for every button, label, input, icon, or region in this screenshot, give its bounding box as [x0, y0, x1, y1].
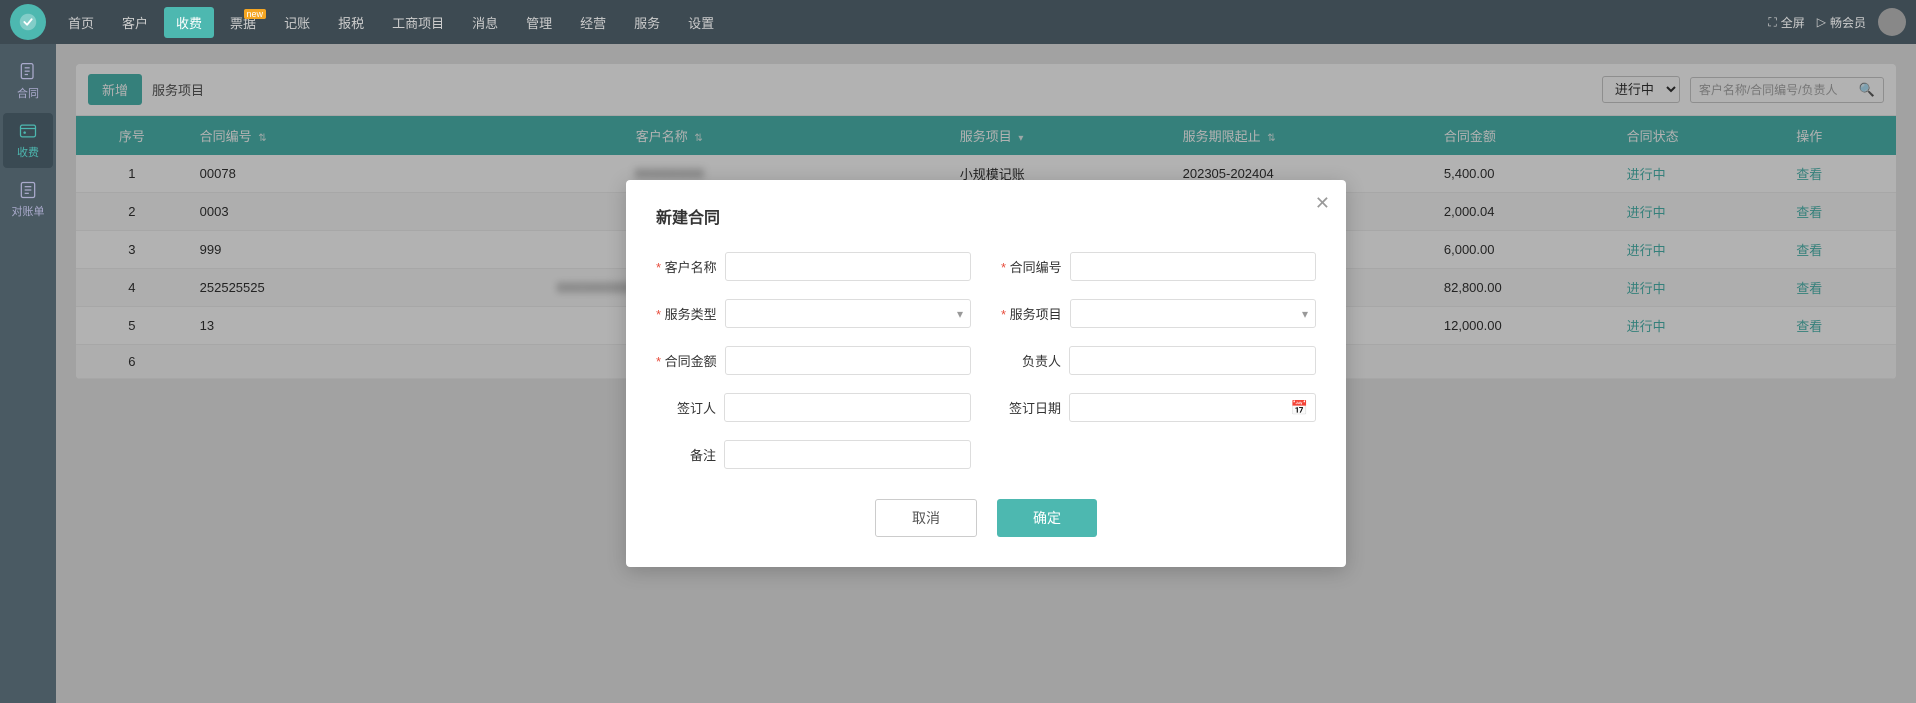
member-button[interactable]: ▷ 畅会员	[1817, 14, 1866, 31]
form-row-5: 备注	[656, 440, 1316, 469]
responsible-input[interactable]	[1069, 346, 1316, 375]
play-icon: ▷	[1817, 15, 1826, 29]
signer-label: 签订人	[656, 398, 716, 417]
contract-no-label: 合同编号	[1001, 257, 1062, 276]
contract-icon	[18, 62, 38, 82]
remark-label: 备注	[656, 445, 716, 464]
fullscreen-button[interactable]: ⛶ 全屏	[1768, 14, 1804, 31]
nav-item-bizproject[interactable]: 工商项目	[380, 7, 456, 38]
main-content: 新增 服务项目 进行中 已完成 已终止 🔍 序号 合同编号	[56, 44, 1916, 703]
service-item-label: 服务项目	[1001, 304, 1062, 323]
modal-close-button[interactable]: ✕	[1315, 194, 1330, 212]
form-group-contract-no: 合同编号	[1001, 252, 1316, 281]
service-item-select-wrap	[1070, 299, 1316, 328]
nav-item-home[interactable]: 首页	[56, 7, 106, 38]
sidebar-label-reconcile: 对账单	[12, 203, 45, 219]
cancel-button[interactable]: 取消	[875, 499, 977, 537]
nav-item-tax[interactable]: 报税	[326, 7, 376, 38]
new-contract-modal: 新建合同 ✕ 客户名称 合同编号 服务类型	[626, 180, 1346, 567]
top-navigation: 首页 客户 收费 票据 new 记账 报税 工商项目 消息 管理 经营 服务 设…	[0, 0, 1916, 44]
modal-title: 新建合同	[656, 204, 1316, 228]
nav-item-business[interactable]: 经营	[568, 7, 618, 38]
customer-name-label: 客户名称	[656, 257, 717, 276]
form-group-service-type: 服务类型	[656, 299, 971, 328]
form-group-remark: 备注	[656, 440, 971, 469]
sign-date-wrap: 2023-06-06 📅	[1069, 393, 1316, 422]
service-type-select-wrap	[725, 299, 971, 328]
form-group-service-item: 服务项目	[1001, 299, 1316, 328]
service-type-label: 服务类型	[656, 304, 717, 323]
nav-item-fee[interactable]: 收费	[164, 7, 214, 38]
sidebar-item-contract[interactable]: 合同	[3, 54, 53, 109]
nav-item-admin[interactable]: 管理	[514, 7, 564, 38]
form-row-4: 签订人 签订日期 2023-06-06 📅	[656, 393, 1316, 422]
nav-menu: 首页 客户 收费 票据 new 记账 报税 工商项目 消息 管理 经营 服务 设…	[56, 7, 1768, 38]
sidebar-item-reconcile[interactable]: 对账单	[3, 172, 53, 227]
sign-date-input[interactable]: 2023-06-06	[1069, 393, 1316, 422]
calendar-icon[interactable]: 📅	[1291, 399, 1308, 416]
customer-name-input[interactable]	[725, 252, 971, 281]
responsible-label: 负责人	[1001, 351, 1061, 370]
modal-footer: 取消 确定	[656, 499, 1316, 537]
sign-date-label: 签订日期	[1001, 398, 1061, 417]
nav-item-message[interactable]: 消息	[460, 7, 510, 38]
form-row-1: 客户名称 合同编号	[656, 252, 1316, 281]
amount-input[interactable]: 0.00	[725, 346, 971, 375]
form-group-customer-name: 客户名称	[656, 252, 971, 281]
service-item-select[interactable]	[1070, 299, 1316, 328]
amount-label: 合同金额	[656, 351, 717, 370]
sidebar: 合同 收费 对账单	[0, 44, 56, 703]
remark-input[interactable]	[724, 440, 971, 469]
fullscreen-icon: ⛶	[1768, 15, 1776, 30]
form-row-3: 合同金额 0.00 负责人	[656, 346, 1316, 375]
contract-no-input[interactable]	[1070, 252, 1316, 281]
form-row-2: 服务类型 服务项目	[656, 299, 1316, 328]
signer-input[interactable]	[724, 393, 971, 422]
form-group-signer: 签订人	[656, 393, 971, 422]
nav-right-area: ⛶ 全屏 ▷ 畅会员	[1768, 8, 1906, 36]
nav-item-invoice[interactable]: 票据 new	[218, 7, 268, 38]
sidebar-item-fee[interactable]: 收费	[3, 113, 53, 168]
modal-overlay: 新建合同 ✕ 客户名称 合同编号 服务类型	[56, 44, 1916, 703]
form-group-sign-date: 签订日期 2023-06-06 📅	[1001, 393, 1316, 422]
new-badge: new	[244, 9, 267, 19]
confirm-button[interactable]: 确定	[997, 499, 1097, 537]
sidebar-label-fee: 收费	[17, 144, 39, 160]
app-logo[interactable]	[10, 4, 46, 40]
fee-icon	[18, 121, 38, 141]
form-group-amount: 合同金额 0.00	[656, 346, 971, 375]
nav-item-bookkeeping[interactable]: 记账	[272, 7, 322, 38]
avatar[interactable]	[1878, 8, 1906, 36]
nav-item-service[interactable]: 服务	[622, 7, 672, 38]
reconcile-icon	[18, 180, 38, 200]
nav-item-settings[interactable]: 设置	[676, 7, 726, 38]
nav-item-customer[interactable]: 客户	[110, 7, 160, 38]
main-layout: 合同 收费 对账单 新增 服务项目	[0, 44, 1916, 703]
service-type-select[interactable]	[725, 299, 971, 328]
form-group-responsible: 负责人	[1001, 346, 1316, 375]
sidebar-label-contract: 合同	[17, 85, 39, 101]
